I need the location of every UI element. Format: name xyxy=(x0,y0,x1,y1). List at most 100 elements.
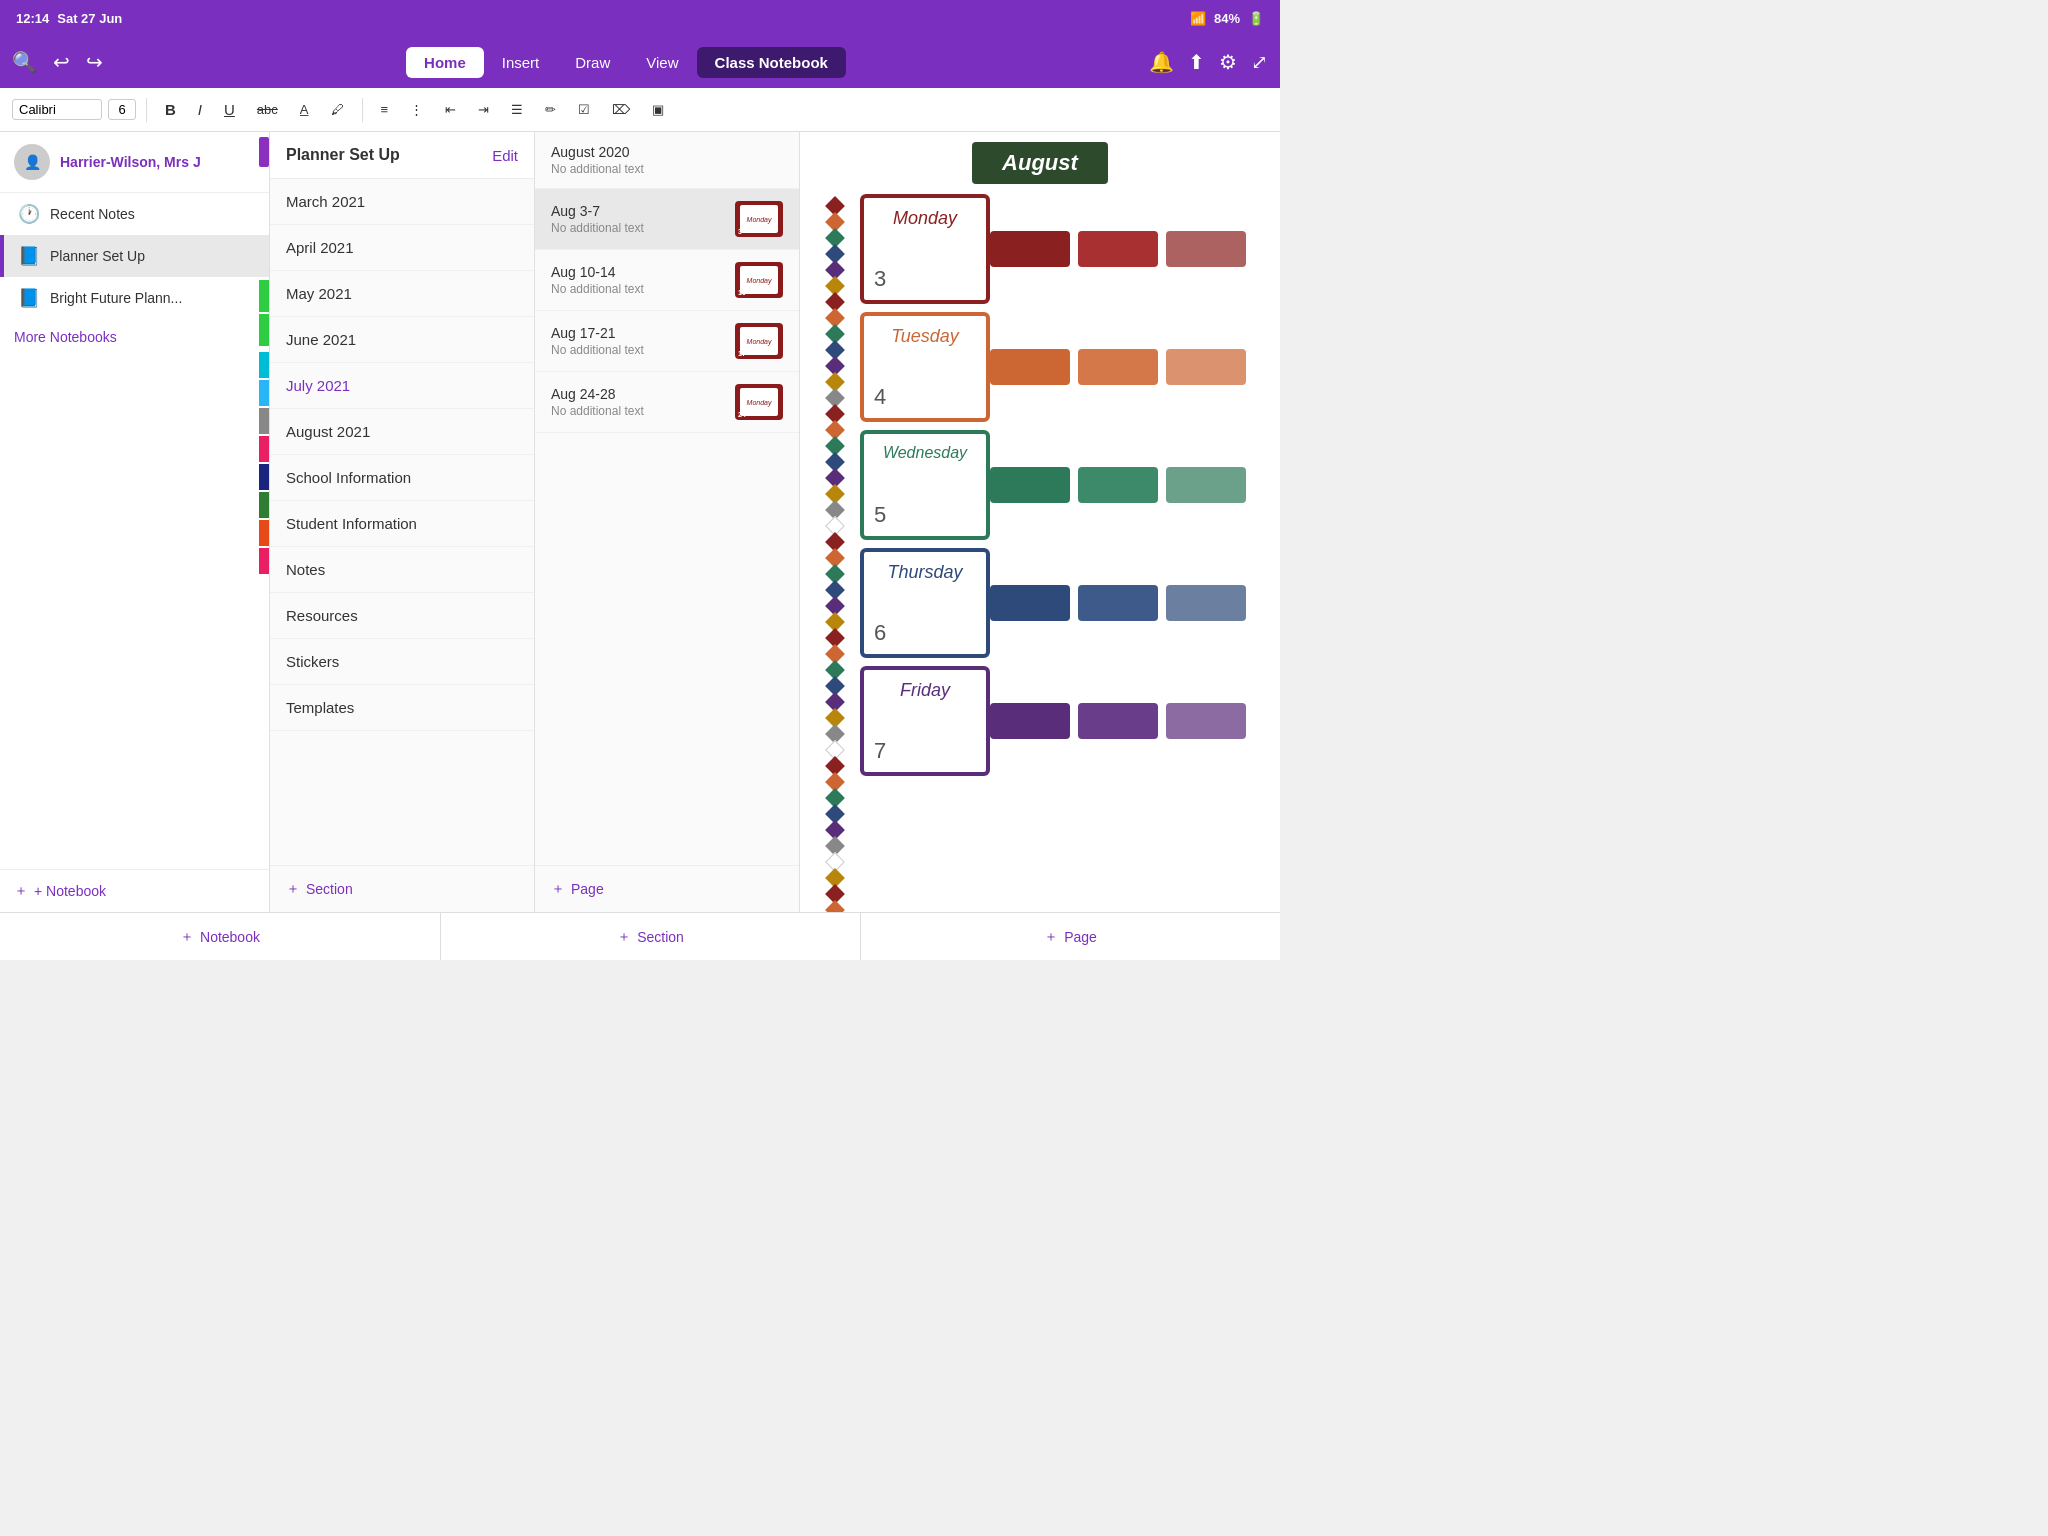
insert-space-button[interactable]: ▣ xyxy=(644,99,672,120)
tab-classnotebook[interactable]: Class Notebook xyxy=(697,47,846,78)
redo-icon[interactable]: ↪ xyxy=(86,50,103,74)
strikethrough-button[interactable]: abc xyxy=(249,99,286,120)
page-item-aug17[interactable]: Aug 17-21 No additional text Monday 17 xyxy=(535,311,799,372)
sidebar-item-bright[interactable]: 📘 Bright Future Plann... xyxy=(0,277,269,319)
page-item-aug3[interactable]: Aug 3-7 No additional text Monday 3 xyxy=(535,189,799,250)
tab-view[interactable]: View xyxy=(628,47,696,78)
section-item-june[interactable]: June 2021 xyxy=(270,317,534,363)
page-item-aug10[interactable]: Aug 10-14 No additional text Monday 10 xyxy=(535,250,799,311)
calendar-layout: Monday 3 Tuesday 4 Wednesday 5 Thursday … xyxy=(810,194,1270,912)
wednesday-card: Wednesday 5 xyxy=(860,430,990,540)
section-item-templates[interactable]: Templates xyxy=(270,685,534,731)
thumb-num: 3 xyxy=(738,228,742,235)
highlight-button[interactable]: 🖊 xyxy=(323,99,352,120)
page-title: Aug 24-28 xyxy=(551,386,723,402)
add-page-section[interactable]: ＋ Page xyxy=(861,913,1280,960)
page-title: Aug 10-14 xyxy=(551,264,723,280)
bright-label: Bright Future Plann... xyxy=(50,290,182,306)
sidebar-item-recent[interactable]: 🕐 Recent Notes xyxy=(0,193,269,235)
share-icon[interactable]: ⬆ xyxy=(1188,50,1205,74)
bar3 xyxy=(1166,585,1246,621)
sidebar-item-planner[interactable]: 📘 Planner Set Up xyxy=(0,235,269,277)
collapse-icon[interactable]: ⤢ xyxy=(1251,50,1268,74)
bar1 xyxy=(990,467,1070,503)
tab-insert[interactable]: Insert xyxy=(484,47,558,78)
outdent-button[interactable]: ⇤ xyxy=(437,99,464,120)
eraser-button[interactable]: ⌦ xyxy=(604,99,638,120)
add-section-section[interactable]: ＋ Section xyxy=(441,913,861,960)
section-item-may[interactable]: May 2021 xyxy=(270,271,534,317)
bar3 xyxy=(1166,467,1246,503)
page-thumbnail: Monday 3 xyxy=(735,201,783,237)
style-button[interactable]: ✏ xyxy=(537,99,564,120)
toolbar: 🔍 ↩ ↪ Home Insert Draw View Class Notebo… xyxy=(0,36,1280,88)
thursday-num: 6 xyxy=(874,620,886,646)
section-item-school[interactable]: School Information xyxy=(270,455,534,501)
align-button[interactable]: ☰ xyxy=(503,99,531,120)
section-item-march[interactable]: March 2021 xyxy=(270,179,534,225)
wifi-icon: 📶 xyxy=(1190,11,1206,26)
monday-label: Monday xyxy=(864,208,986,229)
italic-button[interactable]: I xyxy=(190,98,210,121)
settings-icon[interactable]: ⚙ xyxy=(1219,50,1237,74)
bullet-list-button[interactable]: ≡ xyxy=(373,99,397,120)
plus-pg: ＋ xyxy=(1044,928,1058,946)
tab-home[interactable]: Home xyxy=(406,47,484,78)
friday-num: 7 xyxy=(874,738,886,764)
section-item-student[interactable]: Student Information xyxy=(270,501,534,547)
bar1 xyxy=(990,231,1070,267)
font-size[interactable]: 6 xyxy=(108,99,136,120)
search-icon[interactable]: 🔍 xyxy=(12,50,37,74)
checkbox-button[interactable]: ☑ xyxy=(570,99,598,120)
page-item-aug24[interactable]: Aug 24-28 No additional text Monday 24 xyxy=(535,372,799,433)
bar3 xyxy=(1166,231,1246,267)
add-notebook-button[interactable]: ＋ + Notebook xyxy=(0,869,269,912)
section-item-resources[interactable]: Resources xyxy=(270,593,534,639)
page-thumbnail: Monday 17 xyxy=(735,323,783,359)
section-item-stickers[interactable]: Stickers xyxy=(270,639,534,685)
sections-header: Planner Set Up Edit xyxy=(270,132,534,179)
bar1 xyxy=(990,585,1070,621)
planner-label: Planner Set Up xyxy=(50,248,145,264)
section-item-april[interactable]: April 2021 xyxy=(270,225,534,271)
edit-button[interactable]: Edit xyxy=(492,147,518,164)
more-notebooks[interactable]: More Notebooks xyxy=(0,319,269,355)
page-info: August 2020 No additional text xyxy=(551,144,783,176)
section-item-notes[interactable]: Notes xyxy=(270,547,534,593)
add-section-button[interactable]: ＋ Section xyxy=(270,865,534,912)
page-sub: No additional text xyxy=(551,282,723,296)
plus-nb: ＋ xyxy=(180,928,194,946)
thursday-label: Thursday xyxy=(864,562,986,583)
section-item-august[interactable]: August 2021 xyxy=(270,409,534,455)
month-label: August xyxy=(972,142,1108,184)
add-page-button[interactable]: ＋ Page xyxy=(535,865,799,912)
bold-button[interactable]: B xyxy=(157,98,184,121)
tab-draw[interactable]: Draw xyxy=(557,47,628,78)
add-notebook-section[interactable]: ＋ Notebook xyxy=(0,913,441,960)
section-item-july[interactable]: July 2021 xyxy=(270,363,534,409)
thumb-inner: Monday xyxy=(740,205,778,233)
time: 12:14 xyxy=(16,11,49,26)
monday-num: 3 xyxy=(874,266,886,292)
calendar-header: August xyxy=(810,142,1270,184)
page-sub: No additional text xyxy=(551,404,723,418)
toolbar-center: Home Insert Draw View Class Notebook xyxy=(406,47,846,78)
diamond xyxy=(825,900,845,912)
sidebar-user: 👤 Harrier-Wilson, Mrs J xyxy=(0,132,269,193)
font-color-button[interactable]: A xyxy=(292,99,317,120)
bar1 xyxy=(990,349,1070,385)
friday-card: Friday 7 xyxy=(860,666,990,776)
underline-button[interactable]: U xyxy=(216,98,243,121)
avatar: 👤 xyxy=(14,144,50,180)
page-item-aug2020[interactable]: August 2020 No additional text xyxy=(535,132,799,189)
page-thumbnail: Monday 10 xyxy=(735,262,783,298)
page-info: Aug 24-28 No additional text xyxy=(551,386,723,418)
indent-button[interactable]: ⇥ xyxy=(470,99,497,120)
toolbar-left: 🔍 ↩ ↪ xyxy=(12,50,103,74)
calendar-content: August xyxy=(800,132,1280,912)
font-name[interactable]: Calibri xyxy=(12,99,102,120)
undo-icon[interactable]: ↩ xyxy=(53,50,70,74)
pages-list: August 2020 No additional text Aug 3-7 N… xyxy=(535,132,799,865)
numbered-list-button[interactable]: ⋮ xyxy=(402,99,431,120)
bell-icon[interactable]: 🔔 xyxy=(1149,50,1174,74)
